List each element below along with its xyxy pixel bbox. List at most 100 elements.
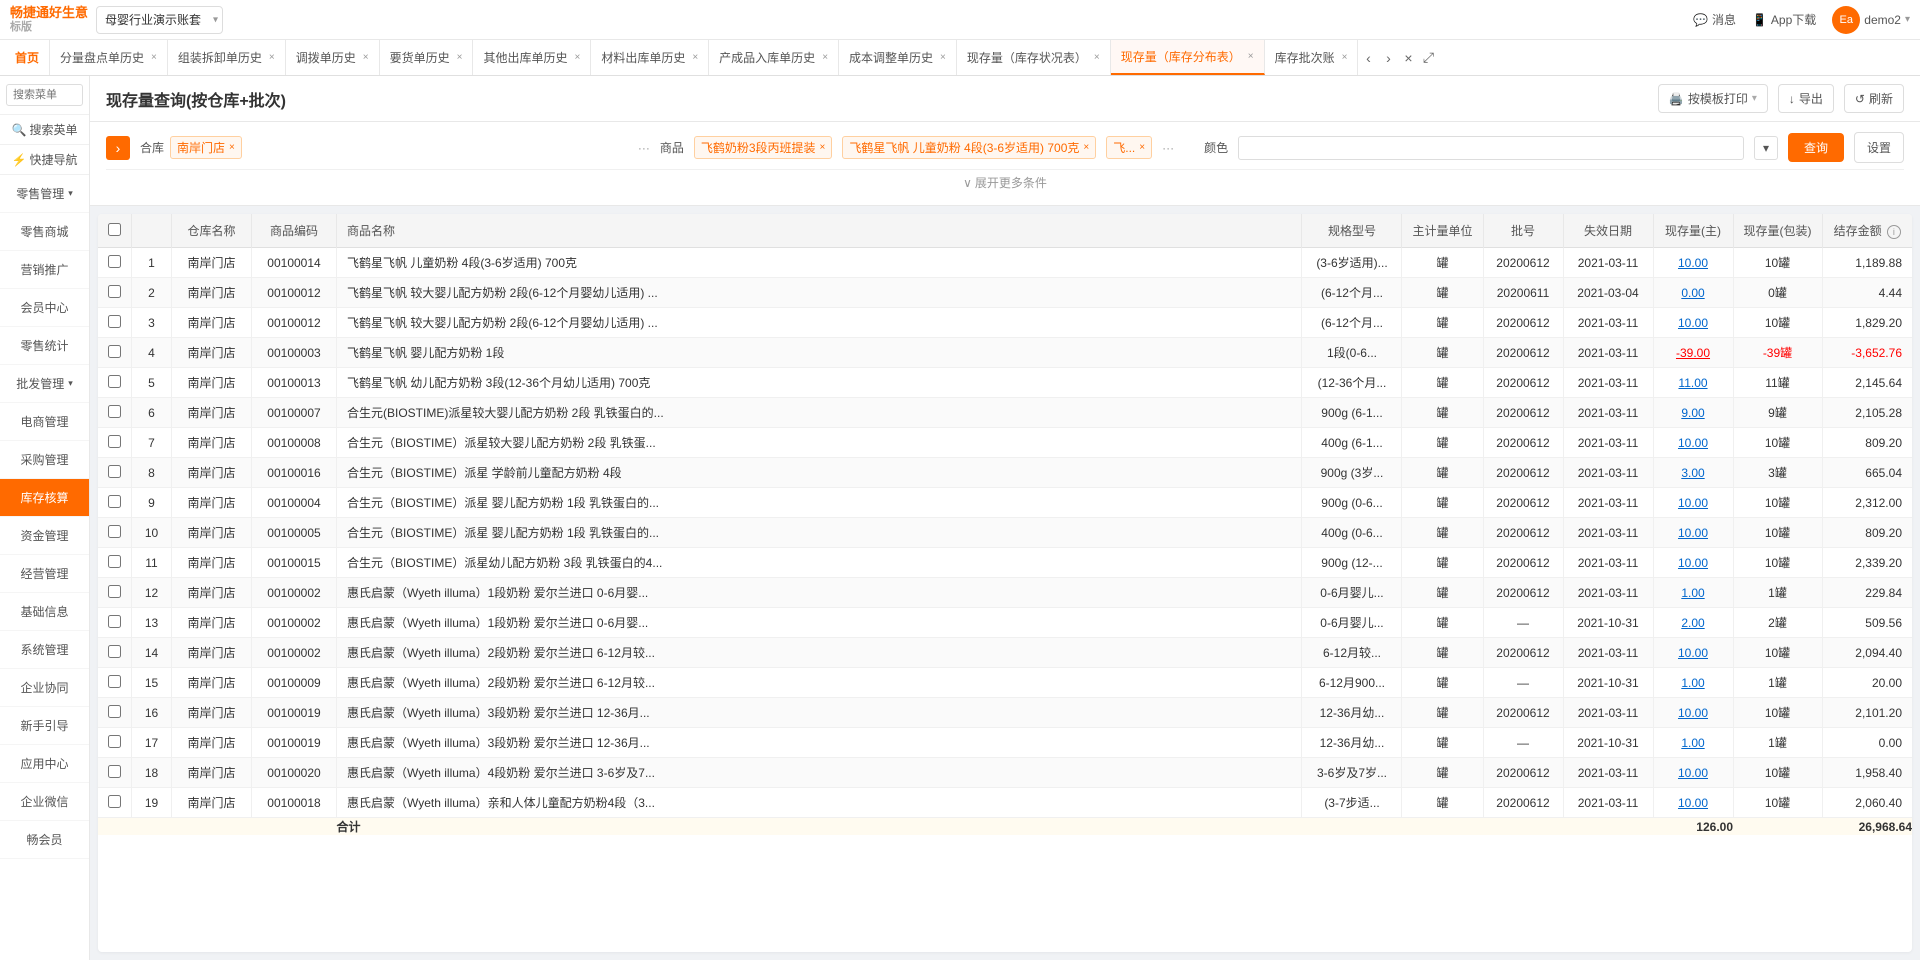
row-check-7[interactable] [98,458,132,488]
tab-close-product-in[interactable]: × [822,52,828,63]
sidebar-item-system[interactable]: 系统管理 [0,631,89,669]
row-check-10[interactable] [98,548,132,578]
row-check-2[interactable] [98,308,132,338]
amount-info-icon[interactable]: i [1887,225,1901,239]
row-qty-main-11[interactable]: 1.00 [1653,578,1733,608]
color-input[interactable] [1238,136,1744,160]
tab-requisition[interactable]: 要货单历史 × [380,40,474,75]
row-qty-main-16[interactable]: 1.00 [1653,728,1733,758]
row-qty-main-17[interactable]: 10.00 [1653,758,1733,788]
sidebar-item-enterprise[interactable]: 企业协同 [0,669,89,707]
row-qty-main-2[interactable]: 10.00 [1653,308,1733,338]
refresh-btn[interactable]: ↺ 刷新 [1844,84,1904,113]
warehouse-tag-close[interactable]: × [229,142,235,153]
select-all-checkbox[interactable] [108,223,121,236]
row-checkbox-3[interactable] [108,345,121,358]
sidebar-item-shortcuts[interactable]: ⚡ 快捷导航 [0,145,89,175]
tab-other-out[interactable]: 其他出库单历史 × [473,40,591,75]
tab-home[interactable]: 首页 [5,40,50,75]
sidebar-item-retail-shop[interactable]: 零售商城 [0,213,89,251]
user-area[interactable]: Ea demo2 ▾ [1832,6,1910,34]
row-check-14[interactable] [98,668,132,698]
app-download-btn[interactable]: 📱 App下载 [1752,11,1816,28]
settings-btn[interactable]: 设置 [1854,132,1904,163]
tab-split-inventory[interactable]: 分量盘点单历史 × [50,40,168,75]
row-checkbox-11[interactable] [108,585,121,598]
account-dropdown[interactable]: 母婴行业演示账套 [96,6,223,34]
row-qty-main-5[interactable]: 9.00 [1653,398,1733,428]
search-input[interactable] [6,84,83,106]
goods-tag-2-close[interactable]: × [1083,142,1089,153]
row-checkbox-13[interactable] [108,645,121,658]
row-check-13[interactable] [98,638,132,668]
row-checkbox-14[interactable] [108,675,121,688]
tab-close-inventory-status[interactable]: × [1094,52,1100,63]
row-checkbox-1[interactable] [108,285,121,298]
row-qty-main-18[interactable]: 10.00 [1653,788,1733,818]
sidebar-item-marketing[interactable]: 营销推广 [0,251,89,289]
row-check-3[interactable] [98,338,132,368]
row-qty-main-9[interactable]: 10.00 [1653,518,1733,548]
row-checkbox-12[interactable] [108,615,121,628]
sidebar-item-wechat[interactable]: 企业微信 [0,783,89,821]
tab-close-all-btn[interactable]: × [1398,48,1418,68]
goods-tag-3-close[interactable]: × [1139,142,1145,153]
row-check-0[interactable] [98,248,132,278]
row-checkbox-18[interactable] [108,795,121,808]
row-check-1[interactable] [98,278,132,308]
row-check-18[interactable] [98,788,132,818]
row-checkbox-17[interactable] [108,765,121,778]
row-checkbox-0[interactable] [108,255,121,268]
row-checkbox-16[interactable] [108,735,121,748]
row-qty-main-7[interactable]: 3.00 [1653,458,1733,488]
row-checkbox-7[interactable] [108,465,121,478]
sidebar-item-ecommerce[interactable]: 电商管理 [0,403,89,441]
row-check-11[interactable] [98,578,132,608]
tab-prev-btn[interactable]: ‹ [1358,48,1378,68]
account-select-wrapper[interactable]: 母婴行业演示账套 [96,6,223,34]
row-qty-main-6[interactable]: 10.00 [1653,428,1733,458]
row-check-8[interactable] [98,488,132,518]
tab-batch-account[interactable]: 库存批次账 × [1265,40,1359,75]
tab-close-batch-account[interactable]: × [1342,52,1348,63]
row-qty-main-14[interactable]: 1.00 [1653,668,1733,698]
row-check-9[interactable] [98,518,132,548]
sidebar-item-apps[interactable]: 应用中心 [0,745,89,783]
tab-close-other-out[interactable]: × [574,52,580,63]
tab-close-inventory-dist[interactable]: × [1248,51,1254,62]
tab-close-material-out[interactable]: × [692,52,698,63]
row-qty-main-12[interactable]: 2.00 [1653,608,1733,638]
filter-expand-btn[interactable]: › [106,136,130,160]
goods-tag-1-close[interactable]: × [820,142,826,153]
row-qty-main-3[interactable]: -39.00 [1653,338,1733,368]
row-checkbox-9[interactable] [108,525,121,538]
sidebar-item-vip[interactable]: 畅会员 [0,821,89,859]
row-qty-main-4[interactable]: 11.00 [1653,368,1733,398]
sidebar-item-finance[interactable]: 资金管理 [0,517,89,555]
row-checkbox-5[interactable] [108,405,121,418]
color-filter-arrow[interactable]: ▾ [1754,136,1778,160]
export-btn[interactable]: ↓ 导出 [1778,84,1834,113]
tab-close-split-inventory[interactable]: × [151,52,157,63]
tab-next-btn[interactable]: › [1378,48,1398,68]
sidebar-item-inventory[interactable]: 库存核算 [0,479,89,517]
row-check-12[interactable] [98,608,132,638]
sidebar-item-wholesale[interactable]: 批发管理 ▾ [0,365,89,403]
sidebar-item-retail-stats[interactable]: 零售统计 [0,327,89,365]
row-check-16[interactable] [98,728,132,758]
tab-close-disassemble[interactable]: × [269,52,275,63]
row-qty-main-13[interactable]: 10.00 [1653,638,1733,668]
sidebar-item-retail[interactable]: 零售管理 ▾ [0,175,89,213]
row-qty-main-8[interactable]: 10.00 [1653,488,1733,518]
row-qty-main-0[interactable]: 10.00 [1653,248,1733,278]
row-check-5[interactable] [98,398,132,428]
row-qty-main-15[interactable]: 10.00 [1653,698,1733,728]
sidebar-item-guide[interactable]: 新手引导 [0,707,89,745]
sidebar-item-basic[interactable]: 基础信息 [0,593,89,631]
row-checkbox-6[interactable] [108,435,121,448]
row-checkbox-8[interactable] [108,495,121,508]
search-btn[interactable]: 查询 [1788,133,1844,162]
tab-product-in[interactable]: 产成品入库单历史 × [709,40,839,75]
tab-inventory-dist[interactable]: 现存量（库存分布表） × [1111,40,1265,75]
row-check-15[interactable] [98,698,132,728]
